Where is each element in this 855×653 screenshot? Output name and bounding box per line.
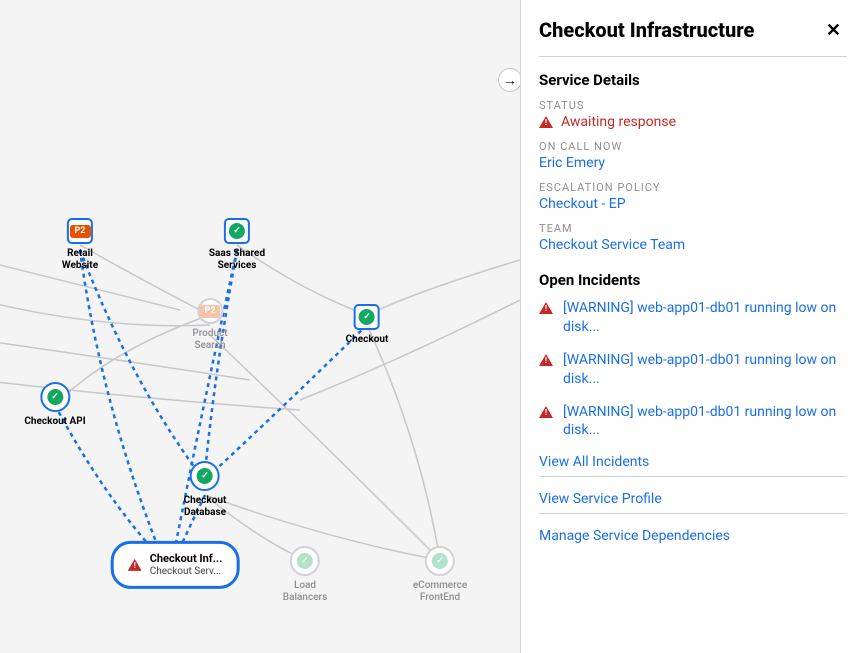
collapse-panel-button[interactable]: → — [498, 68, 520, 92]
incident-item[interactable]: [WARNING] web-app01-db01 running low on … — [539, 351, 855, 389]
arrow-right-icon: → — [503, 72, 517, 89]
node-ecommerce-frontend[interactable]: ✓ eCommerce FrontEnd — [413, 546, 467, 604]
node-checkout-infrastructure-selected[interactable]: Checkout Inf... Checkout Serv... — [111, 541, 240, 589]
status-ok-icon: ✓ — [40, 382, 70, 412]
escalation-policy-link[interactable]: Checkout - EP — [539, 196, 855, 212]
node-saas-shared-services[interactable]: ✓ Saas Shared Services — [209, 218, 265, 272]
section-service-details: Service Details — [539, 71, 855, 89]
warning-icon — [539, 354, 553, 366]
status-value: Awaiting response — [539, 114, 855, 130]
node-load-balancers[interactable]: ✓ Load Balancers — [283, 546, 327, 604]
label-escalation: ESCALATION POLICY — [539, 181, 855, 194]
label-on-call: ON CALL NOW — [539, 140, 855, 153]
warning-icon — [539, 406, 553, 418]
node-checkout[interactable]: ✓ Checkout — [346, 304, 389, 346]
status-ok-icon: ✓ — [354, 304, 380, 330]
view-all-incidents-link[interactable]: View All Incidents — [539, 454, 855, 470]
status-ok-icon: ✓ — [224, 218, 250, 244]
status-ok-icon: ✓ — [425, 546, 455, 576]
manage-dependencies-link[interactable]: Manage Service Dependencies — [539, 528, 847, 544]
warning-icon — [539, 116, 553, 128]
label-team: TEAM — [539, 222, 855, 235]
status-ok-icon: ✓ — [290, 546, 320, 576]
node-checkout-database[interactable]: ✓ Checkout Database — [184, 461, 227, 519]
warning-icon — [128, 559, 142, 571]
view-service-profile-link[interactable]: View Service Profile — [539, 491, 847, 507]
status-ok-icon: ✓ — [190, 461, 220, 491]
close-icon: ✕ — [826, 20, 841, 41]
service-graph-canvas[interactable]: P2 Retail Website ✓ Saas Shared Services… — [0, 0, 520, 653]
section-open-incidents: Open Incidents — [539, 271, 855, 289]
on-call-link[interactable]: Eric Emery — [539, 155, 855, 171]
priority-badge: P2 — [197, 298, 223, 324]
team-link[interactable]: Checkout Service Team — [539, 237, 855, 253]
warning-icon — [539, 302, 553, 314]
service-details-panel: Checkout Infrastructure ✕ Service Detail… — [520, 0, 855, 653]
incident-item[interactable]: [WARNING] web-app01-db01 running low on … — [539, 403, 855, 441]
incident-item[interactable]: [WARNING] web-app01-db01 running low on … — [539, 299, 855, 337]
priority-badge: P2 — [67, 218, 93, 244]
node-retail-website[interactable]: P2 Retail Website — [62, 218, 98, 272]
node-product-search[interactable]: P2 Product Search — [192, 298, 227, 352]
label-status: STATUS — [539, 99, 855, 112]
node-checkout-api[interactable]: ✓ Checkout API — [24, 382, 85, 428]
close-button[interactable]: ✕ — [826, 20, 841, 41]
panel-title: Checkout Infrastructure — [539, 18, 754, 42]
